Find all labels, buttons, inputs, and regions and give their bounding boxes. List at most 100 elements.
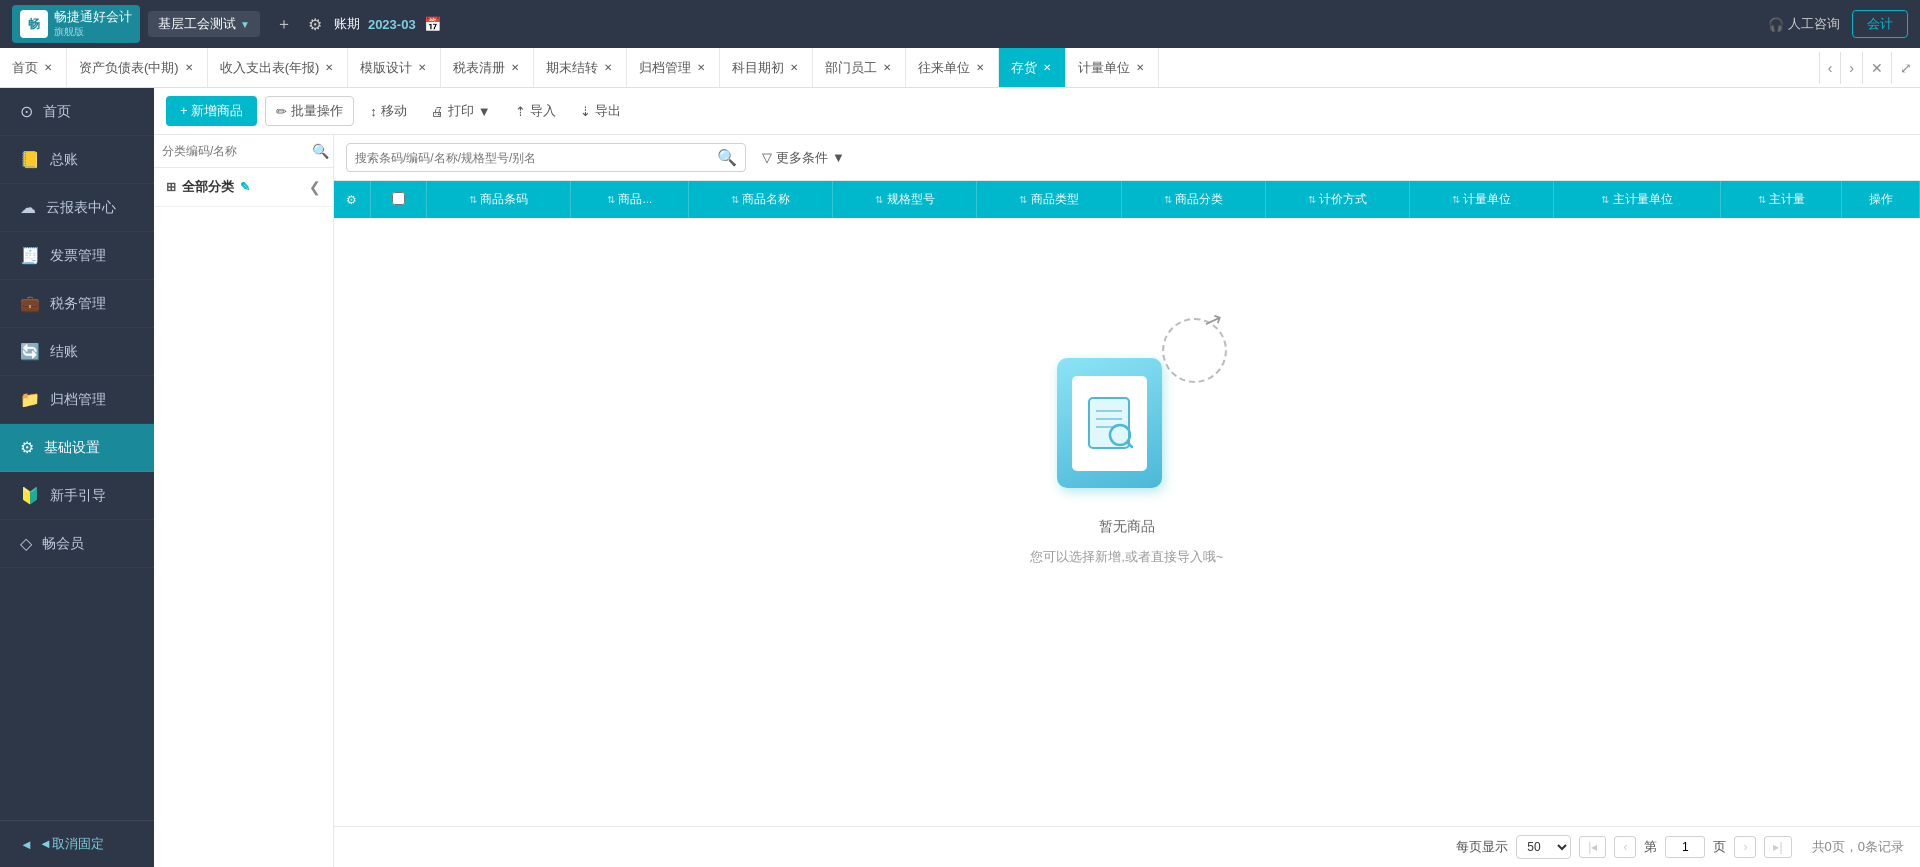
sidebar-unpin-button[interactable]: ◄ ◄取消固定 <box>0 820 154 867</box>
per-page-select[interactable]: 50 10 20 100 <box>1516 835 1571 859</box>
close-tab-balance-icon[interactable]: ✕ <box>183 61 195 74</box>
print-icon: 🖨 <box>431 104 444 119</box>
th-name[interactable]: ⇅ 商品名称 <box>689 181 833 218</box>
sidebar-item-ledger[interactable]: 📒 总账 <box>0 136 154 184</box>
empty-state-row: ↗ 暂无商品 您可以选择新增,或者直接导入哦~ <box>334 218 1920 646</box>
print-button[interactable]: 🖨 打印 ▼ <box>423 97 499 125</box>
close-tab-initial-icon[interactable]: ✕ <box>788 61 800 74</box>
th-category[interactable]: ⇅ 商品分类 <box>1121 181 1265 218</box>
sidebar-member-label: 畅会员 <box>42 535 84 553</box>
sidebar-guide-label: 新手引导 <box>50 487 106 505</box>
tab-dept[interactable]: 部门员工 ✕ <box>813 48 906 88</box>
product-table-body: ↗ 暂无商品 您可以选择新增,或者直接导入哦~ <box>334 218 1920 646</box>
svg-rect-0 <box>1089 398 1129 448</box>
th-spec-label: 规格型号 <box>887 192 935 206</box>
tab-home[interactable]: 首页 ✕ <box>0 48 67 88</box>
th-settings[interactable]: ⚙ <box>334 181 370 218</box>
th-spec[interactable]: ⇅ 规格型号 <box>833 181 977 218</box>
sidebar-item-reports[interactable]: ☁ 云报表中心 <box>0 184 154 232</box>
th-main-unit[interactable]: ⇅ 主计量单位 <box>1554 181 1721 218</box>
sidebar-item-home[interactable]: ⊙ 首页 <box>0 88 154 136</box>
close-tab-home-icon[interactable]: ✕ <box>42 61 54 74</box>
tab-income[interactable]: 收入支出表(年报) ✕ <box>208 48 349 88</box>
add-tab-button[interactable]: ＋ <box>272 10 296 39</box>
company-selector[interactable]: 基层工会测试 ▼ <box>148 11 260 37</box>
prev-page-button[interactable]: ‹ <box>1614 836 1636 858</box>
close-tab-partner-icon[interactable]: ✕ <box>974 61 986 74</box>
close-tab-income-icon[interactable]: ✕ <box>323 61 335 74</box>
category-all-header[interactable]: ⊞ 全部分类 ✎ ❮ <box>154 168 333 207</box>
tab-partner[interactable]: 往来单位 ✕ <box>906 48 999 88</box>
tab-initial[interactable]: 科目期初 ✕ <box>720 48 813 88</box>
account-button[interactable]: 会计 <box>1852 10 1908 38</box>
first-page-button[interactable]: |◂ <box>1579 836 1606 858</box>
tab-balance-label: 资产负债表(中期) <box>79 59 179 77</box>
tab-scroll-left-button[interactable]: ‹ <box>1819 52 1841 84</box>
left-panel-collapse-button[interactable]: ❮ <box>309 179 321 195</box>
tab-taxclear-label: 税表清册 <box>453 59 505 77</box>
guide-icon: 🔰 <box>20 486 40 505</box>
move-button[interactable]: ↕ 移动 <box>362 97 415 125</box>
close-tab-taxclear-icon[interactable]: ✕ <box>509 61 521 74</box>
close-tab-dept-icon[interactable]: ✕ <box>881 61 893 74</box>
last-page-button[interactable]: ▸| <box>1764 836 1791 858</box>
th-price-method[interactable]: ⇅ 计价方式 <box>1265 181 1409 218</box>
category-search-button[interactable]: 🔍 <box>312 143 329 159</box>
sidebar-item-member[interactable]: ◇ 畅会员 <box>0 520 154 568</box>
total-label: 共0页，0条记录 <box>1812 838 1904 856</box>
tab-close-all-button[interactable]: ✕ <box>1862 52 1891 84</box>
add-product-button[interactable]: + 新增商品 <box>166 96 257 126</box>
th-checkbox[interactable] <box>370 181 427 218</box>
close-tab-period-icon[interactable]: ✕ <box>602 61 614 74</box>
th-barcode[interactable]: ⇅ 商品条码 <box>427 181 571 218</box>
select-all-checkbox[interactable] <box>392 192 405 205</box>
th-unit[interactable]: ⇅ 计量单位 <box>1409 181 1553 218</box>
support-button[interactable]: 🎧 人工咨询 <box>1768 15 1840 33</box>
tab-balance[interactable]: 资产负债表(中期) ✕ <box>67 48 208 88</box>
category-edit-icon[interactable]: ✎ <box>240 180 250 194</box>
more-filter-button[interactable]: ▽ 更多条件 ▼ <box>754 145 853 171</box>
sidebar-item-archive[interactable]: 📁 归档管理 <box>0 376 154 424</box>
main-layout: ⊙ 首页 📒 总账 ☁ 云报表中心 🧾 发票管理 💼 税务管理 🔄 结账 📁 归… <box>0 88 1920 867</box>
export-button[interactable]: ⇣ 导出 <box>572 97 629 125</box>
close-tab-inventory-icon[interactable]: ✕ <box>1041 61 1053 74</box>
batch-icon: ✏ <box>276 104 287 119</box>
tab-inventory-label: 存货 <box>1011 59 1037 77</box>
th-code[interactable]: ⇅ 商品... <box>571 181 689 218</box>
settle-icon: 🔄 <box>20 342 40 361</box>
search-icon: 🔍 <box>717 148 737 167</box>
th-type[interactable]: ⇅ 商品类型 <box>977 181 1121 218</box>
period-label: 账期 <box>334 15 360 33</box>
th-action: 操作 <box>1842 181 1920 218</box>
batch-operation-button[interactable]: ✏ 批量操作 <box>265 96 354 126</box>
tab-archive[interactable]: 归档管理 ✕ <box>627 48 720 88</box>
close-tab-unit-icon[interactable]: ✕ <box>1134 61 1146 74</box>
page-number-input[interactable] <box>1665 836 1705 858</box>
tab-template[interactable]: 模版设计 ✕ <box>348 48 441 88</box>
tab-inventory[interactable]: 存货 ✕ <box>999 48 1066 88</box>
sidebar-item-guide[interactable]: 🔰 新手引导 <box>0 472 154 520</box>
th-main-count[interactable]: ⇅ 主计量 <box>1720 181 1842 218</box>
product-search-input[interactable] <box>355 151 717 165</box>
archive-icon: 📁 <box>20 390 40 409</box>
sidebar-item-invoice[interactable]: 🧾 发票管理 <box>0 232 154 280</box>
calendar-icon[interactable]: 📅 <box>424 16 441 32</box>
tab-unit[interactable]: 计量单位 ✕ <box>1066 48 1159 88</box>
import-button[interactable]: ⇡ 导入 <box>507 97 564 125</box>
tab-expand-button[interactable]: ⤢ <box>1891 52 1920 84</box>
pagination-bar: 每页显示 50 10 20 100 |◂ ‹ 第 页 › ▸| 共0页，0条记录 <box>334 826 1920 867</box>
tab-period-label: 期末结转 <box>546 59 598 77</box>
next-page-button[interactable]: › <box>1734 836 1756 858</box>
sidebar-item-settle[interactable]: 🔄 结账 <box>0 328 154 376</box>
close-tab-archive-icon[interactable]: ✕ <box>695 61 707 74</box>
sidebar-item-tax[interactable]: 💼 税务管理 <box>0 280 154 328</box>
close-tab-template-icon[interactable]: ✕ <box>416 61 428 74</box>
product-search-box: 🔍 <box>346 143 746 172</box>
tab-taxclear[interactable]: 税表清册 ✕ <box>441 48 534 88</box>
page-unit: 页 <box>1713 838 1726 856</box>
category-search-input[interactable] <box>162 144 312 158</box>
settings-icon-button[interactable]: ⚙ <box>304 11 326 38</box>
sidebar-item-basic[interactable]: ⚙ 基础设置 <box>0 424 154 472</box>
tab-scroll-right-button[interactable]: › <box>1840 52 1862 84</box>
tab-period[interactable]: 期末结转 ✕ <box>534 48 627 88</box>
